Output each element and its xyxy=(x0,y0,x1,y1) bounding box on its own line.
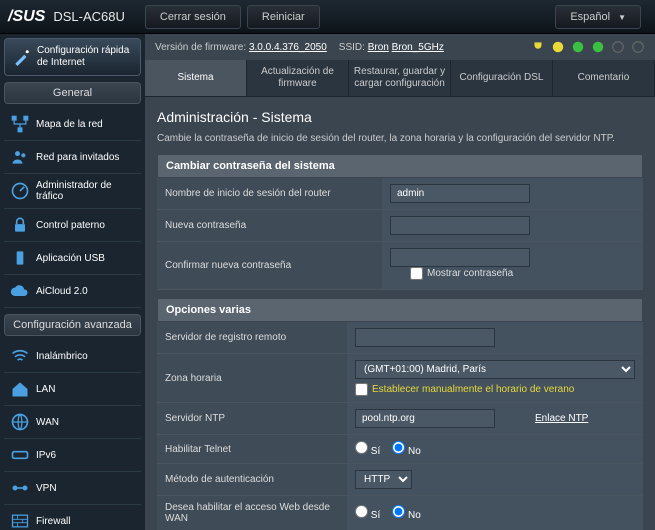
telnet-no[interactable] xyxy=(392,441,405,454)
globe-status-icon xyxy=(571,40,585,54)
section-misc-head: Opciones varias xyxy=(157,298,643,322)
telnet-yes[interactable] xyxy=(355,441,368,454)
info-icon xyxy=(551,40,565,54)
sidebar-item-parental[interactable]: Control paterno xyxy=(4,209,141,242)
wand-icon xyxy=(13,48,31,66)
page-title: Administración - Sistema xyxy=(157,109,643,125)
brand-logo: /SUS xyxy=(8,8,45,26)
network-map-icon xyxy=(10,114,30,134)
sidebar-item-ipv6[interactable]: IPv6 xyxy=(4,439,141,472)
misc-table: Servidor de registro remoto Zona horaria… xyxy=(157,322,643,530)
telnet-label: Habilitar Telnet xyxy=(157,435,347,464)
syslog-label: Servidor de registro remoto xyxy=(157,322,347,354)
syslog-input[interactable] xyxy=(355,328,495,347)
tab-restore[interactable]: Restaurar, guardar y cargar configuració… xyxy=(349,60,451,96)
sidebar-item-guest-network[interactable]: Red para invitados xyxy=(4,141,141,174)
tab-bar: Sistema Actualización de firmware Restau… xyxy=(145,60,655,97)
wan-no[interactable] xyxy=(392,505,405,518)
confirmpw-input[interactable] xyxy=(390,248,530,267)
tab-system[interactable]: Sistema xyxy=(145,60,247,96)
firmware-bar: Versión de firmware: 3.0.0.4.376_2050 SS… xyxy=(145,34,655,60)
sidebar-item-wan[interactable]: WAN xyxy=(4,406,141,439)
newpw-input[interactable] xyxy=(390,216,530,235)
wifi-icon xyxy=(10,346,30,366)
tz-select[interactable]: (GMT+01:00) Madrid, París xyxy=(355,360,635,379)
logout-button[interactable]: Cerrar sesión xyxy=(145,5,241,29)
ssid-2[interactable]: Bron_5GHz xyxy=(392,42,444,53)
wan-yes[interactable] xyxy=(355,505,368,518)
language-selector[interactable]: Español xyxy=(555,5,647,29)
tab-firmware[interactable]: Actualización de firmware xyxy=(247,60,349,96)
fw-label: Versión de firmware: xyxy=(155,42,246,53)
globe-icon xyxy=(10,412,30,432)
sidebar-item-vpn[interactable]: VPN xyxy=(4,472,141,505)
main-panel: Versión de firmware: 3.0.0.4.376_2050 SS… xyxy=(145,34,655,530)
tz-label: Zona horaria xyxy=(157,354,347,403)
wan-label: Desea habilitar el acceso Web desde WAN xyxy=(157,496,347,530)
usb-icon xyxy=(10,248,30,268)
sidebar: Configuración rápida de Internet General… xyxy=(0,34,145,530)
top-bar: /SUS DSL-AC68U Cerrar sesión Reiniciar E… xyxy=(0,0,655,34)
cloud-icon xyxy=(10,281,30,301)
auth-select[interactable]: HTTP xyxy=(355,470,412,489)
sidebar-item-lan[interactable]: LAN xyxy=(4,373,141,406)
password-table: Nombre de inicio de sesión del router Nu… xyxy=(157,178,643,290)
login-input[interactable] xyxy=(390,184,530,203)
fw-version-link[interactable]: 3.0.0.4.376_2050 xyxy=(249,42,327,53)
ipv6-icon xyxy=(10,445,30,465)
ssid-1[interactable]: Bron xyxy=(368,42,389,53)
sidebar-advanced-head: Configuración avanzada xyxy=(4,314,141,336)
wifi-status-icon xyxy=(631,40,645,54)
guest-icon xyxy=(10,147,30,167)
tab-dsl[interactable]: Configuración DSL xyxy=(451,60,553,96)
newpw-label: Nueva contraseña xyxy=(157,210,382,242)
usb-status-icon xyxy=(591,40,605,54)
showpw-checkbox[interactable] xyxy=(410,267,423,280)
vpn-icon xyxy=(10,478,30,498)
lock-icon xyxy=(10,215,30,235)
section-password-head: Cambiar contraseña del sistema xyxy=(157,154,643,178)
trophy-icon xyxy=(531,40,545,54)
ssid-label: SSID: xyxy=(339,42,365,53)
confirmpw-label: Confirmar nueva contraseña xyxy=(157,242,382,290)
gauge-icon xyxy=(10,181,30,201)
sidebar-item-firewall[interactable]: Firewall xyxy=(4,505,141,530)
login-label: Nombre de inicio de sesión del router xyxy=(157,178,382,210)
model-name: DSL-AC68U xyxy=(53,9,125,24)
qis-button[interactable]: Configuración rápida de Internet xyxy=(4,38,141,76)
sidebar-item-network-map[interactable]: Mapa de la red xyxy=(4,108,141,141)
dst-checkbox[interactable] xyxy=(355,383,368,396)
sidebar-item-usb-app[interactable]: Aplicación USB xyxy=(4,242,141,275)
sidebar-item-wireless[interactable]: Inalámbrico xyxy=(4,340,141,373)
sidebar-item-aicloud[interactable]: AiCloud 2.0 xyxy=(4,275,141,308)
reboot-button[interactable]: Reiniciar xyxy=(247,5,320,29)
auth-label: Método de autenticación xyxy=(157,464,347,496)
tab-feedback[interactable]: Comentario xyxy=(553,60,655,96)
home-icon xyxy=(10,379,30,399)
status-icons xyxy=(531,40,645,54)
sidebar-item-traffic-manager[interactable]: Administrador de tráfico xyxy=(4,174,141,209)
firewall-icon xyxy=(10,511,30,530)
sidebar-general-head: General xyxy=(4,82,141,104)
ntp-link[interactable]: Enlace NTP xyxy=(535,413,588,424)
link-status-icon xyxy=(611,40,625,54)
ntp-label: Servidor NTP xyxy=(157,403,347,435)
ntp-input[interactable] xyxy=(355,409,495,428)
page-desc: Cambie la contraseña de inicio de sesión… xyxy=(157,133,643,144)
